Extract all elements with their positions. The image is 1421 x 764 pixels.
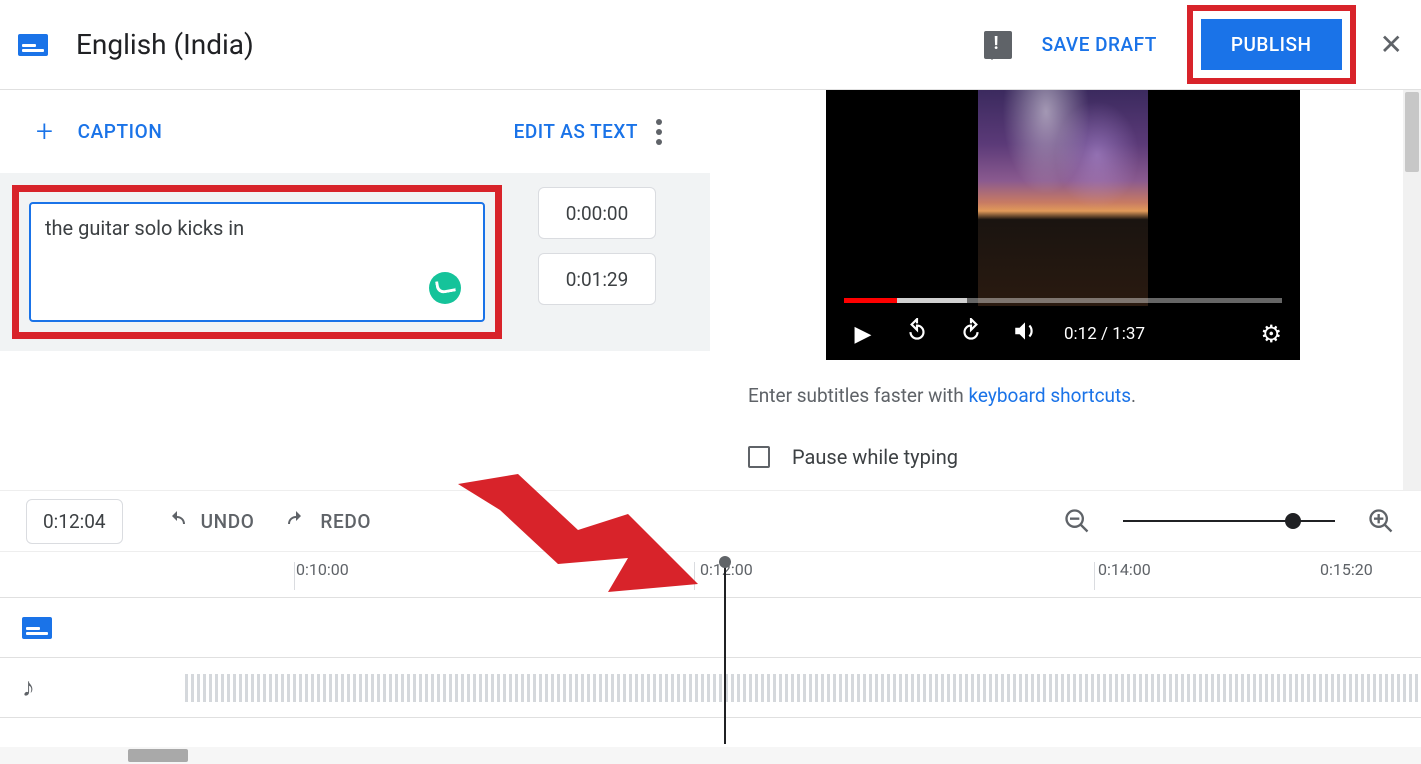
hint-suffix: . [1131, 384, 1136, 407]
undo-label: UNDO [201, 510, 255, 533]
plus-icon: + [36, 114, 54, 149]
timeline-toolbar: 0:12:04 UNDO REDO [0, 490, 1421, 552]
audio-waveform [185, 674, 1421, 702]
zoom-out-icon[interactable] [1063, 507, 1091, 535]
caption-highlight: the guitar solo kicks in [12, 185, 502, 339]
caption-track[interactable] [0, 598, 1421, 658]
playhead-timecode-input[interactable]: 0:12:04 [26, 499, 123, 544]
horizontal-scrollbar-thumb[interactable] [128, 749, 188, 762]
volume-icon[interactable] [1006, 318, 1044, 350]
zoom-controls [1063, 507, 1395, 535]
caption-start-time-input[interactable]: 0:00:00 [538, 187, 656, 239]
add-caption-button[interactable]: + CAPTION [36, 114, 162, 149]
forward-10-icon[interactable] [952, 318, 990, 350]
add-caption-label: CAPTION [78, 120, 163, 143]
settings-gear-icon[interactable]: ⚙ [1260, 320, 1282, 348]
pause-while-typing-label: Pause while typing [792, 445, 958, 469]
timeline-ruler[interactable]: 0:10:00 0:12:00 0:14:00 0:15:20 [0, 552, 1421, 598]
video-progress-bar[interactable] [844, 298, 1282, 303]
caption-text-input[interactable]: the guitar solo kicks in [29, 202, 485, 322]
right-panel: ▶ 0:12 / 1:37 ⚙ Enter subtitles faster w… [710, 90, 1421, 490]
keyboard-shortcuts-hint: Enter subtitles faster with keyboard sho… [748, 384, 1421, 407]
left-panel-header: + CAPTION EDIT AS TEXT [0, 90, 710, 173]
edit-as-text-button[interactable]: EDIT AS TEXT [514, 120, 638, 143]
header: English (India) SAVE DRAFT PUBLISH ✕ [0, 0, 1421, 90]
hint-prefix: Enter subtitles faster with [748, 384, 968, 407]
caption-track-icon [22, 617, 52, 639]
feedback-icon[interactable] [984, 31, 1012, 59]
keyboard-shortcuts-link[interactable]: keyboard shortcuts [968, 384, 1131, 407]
publish-highlight: PUBLISH [1187, 5, 1356, 84]
redo-button[interactable]: REDO [282, 509, 371, 533]
redo-label: REDO [320, 510, 371, 533]
rewind-10-icon[interactable] [898, 318, 936, 350]
ruler-tick-4: 0:15:20 [1320, 560, 1373, 579]
caption-row: the guitar solo kicks in 0:00:00 0:01:29 [0, 173, 710, 351]
video-thumbnail [978, 90, 1148, 306]
zoom-slider-thumb[interactable] [1285, 513, 1301, 529]
music-note-icon: ♪ [22, 672, 35, 703]
left-panel: + CAPTION EDIT AS TEXT the guitar solo k… [0, 90, 710, 490]
grammarly-icon[interactable] [429, 272, 461, 304]
pause-while-typing-checkbox[interactable] [748, 446, 770, 468]
zoom-slider[interactable] [1123, 520, 1335, 522]
video-controls: ▶ 0:12 / 1:37 ⚙ [844, 318, 1282, 350]
language-title: English (India) [76, 28, 984, 61]
timeline-playhead[interactable] [724, 562, 726, 744]
video-timecode: 0:12 / 1:37 [1064, 324, 1145, 344]
play-icon[interactable]: ▶ [844, 322, 882, 347]
caption-time-column: 0:00:00 0:01:29 [538, 185, 656, 339]
audio-track[interactable]: ♪ [0, 658, 1421, 718]
save-draft-button[interactable]: SAVE DRAFT [1042, 33, 1157, 56]
ruler-tick-1: 0:10:00 [296, 560, 349, 579]
horizontal-scrollbar[interactable] [0, 747, 1421, 764]
pause-while-typing-row: Pause while typing [748, 445, 1421, 469]
undo-button[interactable]: UNDO [163, 509, 255, 533]
ruler-tick-3: 0:14:00 [1098, 560, 1151, 579]
video-preview[interactable]: ▶ 0:12 / 1:37 ⚙ [826, 90, 1300, 360]
subtitles-icon [18, 34, 48, 56]
zoom-in-icon[interactable] [1367, 507, 1395, 535]
more-options-icon[interactable] [656, 129, 662, 135]
caption-text-value: the guitar solo kicks in [45, 216, 244, 240]
played-segment [844, 298, 897, 303]
vertical-scrollbar-thumb[interactable] [1405, 92, 1419, 172]
close-icon[interactable]: ✕ [1380, 28, 1403, 61]
vertical-scrollbar[interactable] [1403, 90, 1421, 490]
publish-button[interactable]: PUBLISH [1201, 19, 1342, 70]
main-area: + CAPTION EDIT AS TEXT the guitar solo k… [0, 90, 1421, 490]
caption-end-time-input[interactable]: 0:01:29 [538, 253, 656, 305]
